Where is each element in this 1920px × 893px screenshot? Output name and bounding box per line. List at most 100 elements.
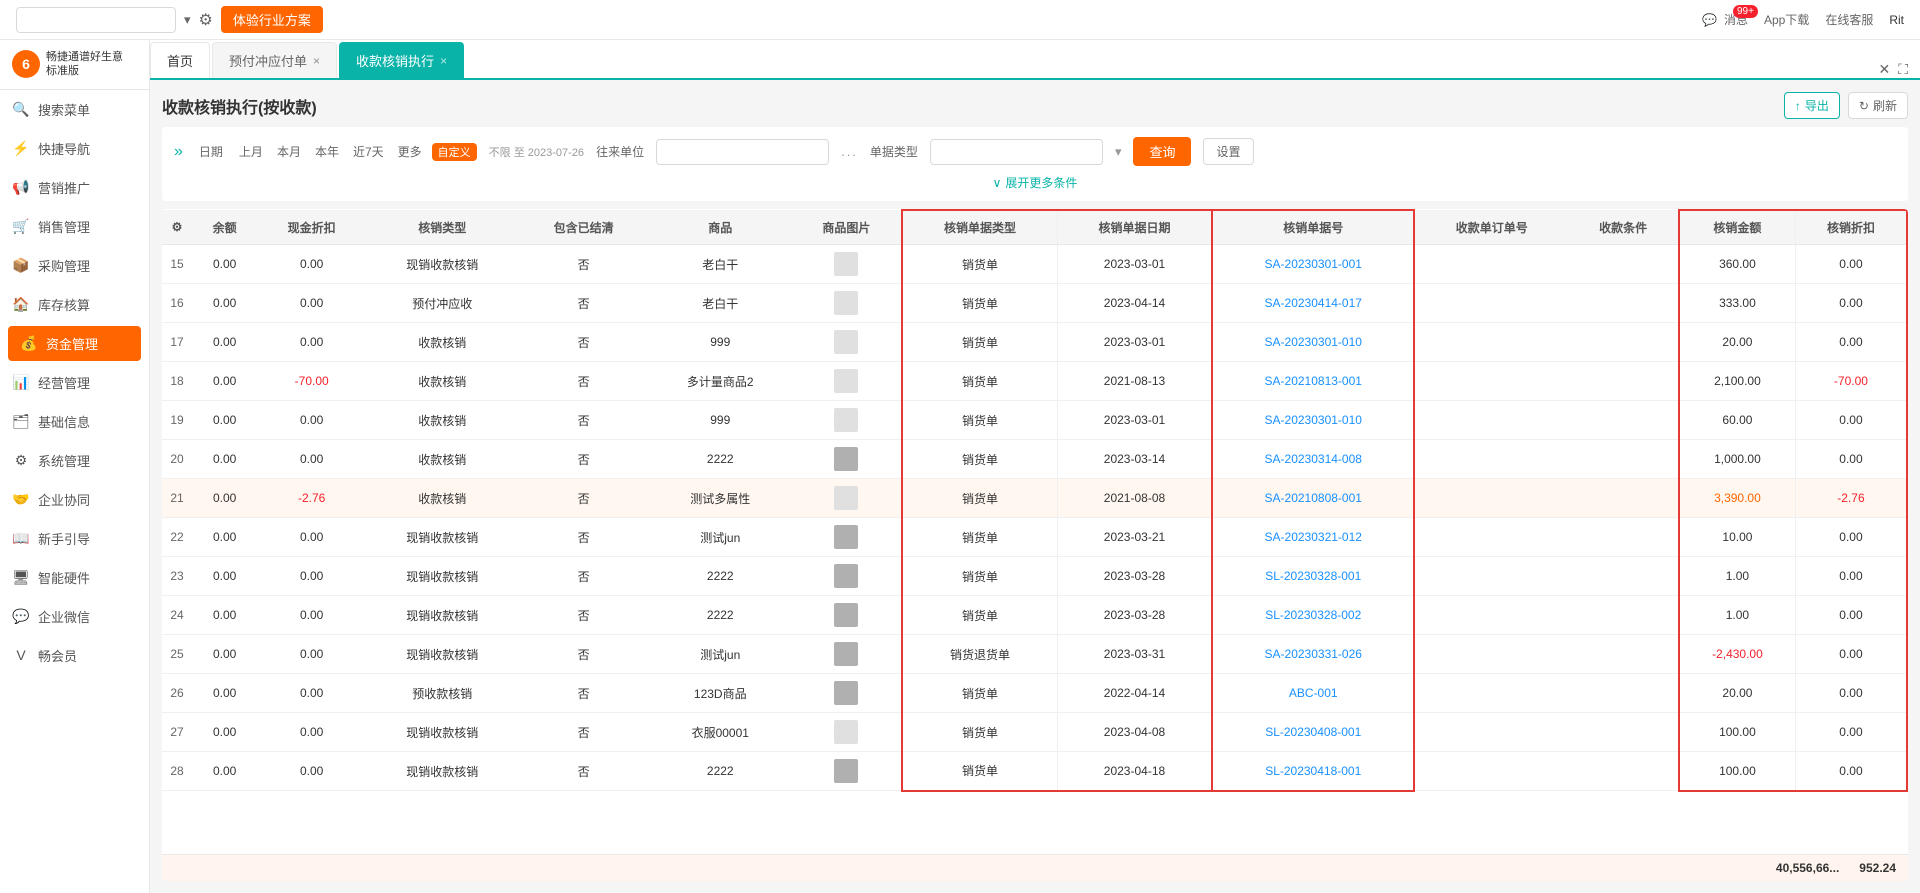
td-cash-discount: 0.00 bbox=[257, 752, 366, 791]
bill-no-link[interactable]: SA-20230301-010 bbox=[1265, 335, 1362, 349]
sidebar-item-collab[interactable]: 🤝 企业协同 bbox=[0, 480, 149, 519]
th-verify-bill-date: 核销单据日期 bbox=[1057, 210, 1212, 245]
bill-type-label: 单据类型 bbox=[870, 143, 918, 160]
settings-icon[interactable]: ⚙ bbox=[199, 10, 213, 30]
refresh-button[interactable]: ↻ 刷新 bbox=[1848, 92, 1908, 119]
date-this-month[interactable]: 本月 bbox=[273, 141, 305, 162]
app-download-link[interactable]: App下载 bbox=[1764, 11, 1809, 28]
bill-no-link[interactable]: SA-20210813-001 bbox=[1265, 374, 1362, 388]
tab-prepay-close-icon[interactable]: × bbox=[313, 54, 320, 68]
bill-no-link[interactable]: SA-20230301-010 bbox=[1265, 413, 1362, 427]
bill-no-link[interactable]: SA-20210808-001 bbox=[1265, 491, 1362, 505]
th-goods-img: 商品图片 bbox=[792, 210, 903, 245]
setting-button[interactable]: 设置 bbox=[1203, 138, 1253, 165]
sidebar-item-hardware[interactable]: 🖥 智能硬件 bbox=[0, 558, 149, 597]
sidebar-item-purchase[interactable]: 📦 采购管理 bbox=[0, 246, 149, 285]
td-verify-bill-type: 销货单 bbox=[902, 596, 1057, 635]
tab-collection[interactable]: 收款核销执行 × bbox=[339, 42, 464, 78]
export-label: 导出 bbox=[1805, 97, 1829, 114]
date-custom-btn[interactable]: 自定义 bbox=[432, 143, 477, 161]
td-goods: 多计量商品2 bbox=[649, 362, 792, 401]
sidebar-item-inventory[interactable]: 🏠 库存核算 bbox=[0, 285, 149, 324]
td-cash-discount: 0.00 bbox=[257, 518, 366, 557]
marketing-icon: 📢 bbox=[12, 179, 30, 196]
industry-solution-button[interactable]: 体验行业方案 bbox=[221, 6, 323, 33]
sidebar-item-label: 智能硬件 bbox=[38, 568, 90, 587]
table-row: 23 0.00 0.00 现销收款核销 否 2222 销货单 2023-03-2… bbox=[162, 557, 1907, 596]
td-collection-order bbox=[1414, 362, 1568, 401]
close-tab-icon[interactable]: ✕ bbox=[1878, 61, 1890, 78]
sidebar-item-member[interactable]: V 畅会员 bbox=[0, 636, 149, 675]
td-collection-order bbox=[1414, 284, 1568, 323]
online-service-link[interactable]: 在线客服 bbox=[1825, 11, 1873, 28]
bill-no-link[interactable]: SL-20230328-001 bbox=[1265, 569, 1361, 583]
sidebar-item-guide[interactable]: 📖 新手引导 bbox=[0, 519, 149, 558]
tab-prepay[interactable]: 预付冲应付单 × bbox=[212, 42, 337, 78]
td-goods-img bbox=[792, 479, 903, 518]
th-payment-cond: 收款条件 bbox=[1568, 210, 1679, 245]
filter-row-1: » 日期 上月 本月 本年 近7天 更多 自定义 不限 至 2023-07-26… bbox=[174, 137, 1896, 166]
td-verify-amount: 100.00 bbox=[1679, 713, 1795, 752]
user-name[interactable]: Rit bbox=[1889, 13, 1904, 27]
dropdown-icon[interactable]: ▾ bbox=[184, 12, 191, 28]
sidebar-item-system[interactable]: ⚙ 系统管理 bbox=[0, 441, 149, 480]
sidebar-item-sales[interactable]: 🛒 销售管理 bbox=[0, 207, 149, 246]
bill-no-link[interactable]: SA-20230301-001 bbox=[1265, 257, 1362, 271]
query-button[interactable]: 查询 bbox=[1133, 137, 1191, 166]
maximize-icon[interactable]: ⛶ bbox=[1898, 61, 1908, 78]
td-payment-cond bbox=[1568, 557, 1679, 596]
export-button[interactable]: ↑ 导出 bbox=[1784, 92, 1840, 119]
sidebar-item-label: 库存核算 bbox=[38, 295, 90, 314]
td-verify-bill-type: 销货单 bbox=[902, 557, 1057, 596]
table-row: 21 0.00 -2.76 收款核销 否 测试多属性 销货单 2021-08-0… bbox=[162, 479, 1907, 518]
th-gear[interactable]: ⚙ bbox=[162, 210, 192, 245]
th-verify-amount: 核销金额 bbox=[1679, 210, 1795, 245]
table-header-row: ⚙ 余额 现金折扣 核销类型 包含已结清 商品 商品图片 核销单据类型 核销单据… bbox=[162, 210, 1907, 245]
table-wrap[interactable]: ⚙ 余额 现金折扣 核销类型 包含已结清 商品 商品图片 核销单据类型 核销单据… bbox=[162, 209, 1908, 854]
td-balance: 0.00 bbox=[192, 752, 257, 791]
td-goods-img bbox=[792, 557, 903, 596]
bill-type-select[interactable] bbox=[930, 139, 1103, 165]
bill-no-link[interactable]: SA-20230321-012 bbox=[1265, 530, 1362, 544]
expand-arrow-icon[interactable]: » bbox=[174, 143, 183, 161]
date-this-year[interactable]: 本年 bbox=[311, 141, 343, 162]
td-include-cleared: 否 bbox=[518, 284, 649, 323]
tab-collection-close-icon[interactable]: × bbox=[440, 54, 447, 68]
sidebar-item-wechat[interactable]: 💬 企业微信 bbox=[0, 597, 149, 636]
td-verify-type: 收款核销 bbox=[366, 440, 518, 479]
bill-no-link[interactable]: SA-20230414-017 bbox=[1265, 296, 1362, 310]
td-cash-discount: 0.00 bbox=[257, 284, 366, 323]
bill-no-link[interactable]: SL-20230408-001 bbox=[1265, 725, 1361, 739]
sidebar-item-search[interactable]: 🔍 搜索菜单 bbox=[0, 90, 149, 129]
date-more[interactable]: 更多 bbox=[394, 141, 426, 162]
date-last-month[interactable]: 上月 bbox=[235, 141, 267, 162]
tab-home[interactable]: 首页 bbox=[150, 42, 210, 78]
sidebar-item-shortcut[interactable]: ⚡ 快捷导航 bbox=[0, 129, 149, 168]
td-verify-discount: 0.00 bbox=[1795, 752, 1907, 791]
bill-no-link[interactable]: ABC-001 bbox=[1289, 686, 1338, 700]
top-search-input[interactable] bbox=[16, 7, 176, 33]
sidebar-item-marketing[interactable]: 📢 营销推广 bbox=[0, 168, 149, 207]
td-verify-bill-date: 2023-04-14 bbox=[1057, 284, 1212, 323]
bill-type-dropdown-icon[interactable]: ▾ bbox=[1115, 144, 1122, 160]
date-7days[interactable]: 近7天 bbox=[349, 141, 388, 162]
bill-no-link[interactable]: SL-20230418-001 bbox=[1265, 764, 1361, 778]
th-verify-type: 核销类型 bbox=[366, 210, 518, 245]
search-icon: 🔍 bbox=[12, 101, 30, 118]
sidebar-item-operation[interactable]: 📊 经营管理 bbox=[0, 363, 149, 402]
td-goods: 999 bbox=[649, 401, 792, 440]
td-payment-cond bbox=[1568, 284, 1679, 323]
partner-input[interactable] bbox=[656, 139, 829, 165]
partner-dots[interactable]: ... bbox=[841, 144, 858, 159]
message-badge[interactable]: 💬 99+ 消息 bbox=[1702, 11, 1748, 28]
tab-bar: 首页 预付冲应付单 × 收款核销执行 × ✕ ⛶ bbox=[150, 40, 1920, 80]
sidebar-item-finance[interactable]: 💰 资金管理 bbox=[8, 326, 141, 361]
bill-no-link[interactable]: SA-20230331-026 bbox=[1265, 647, 1362, 661]
sidebar: 6 畅捷通谱好生意 标准版 🔍 搜索菜单 ⚡ 快捷导航 📢 营销推广 🛒 销售管… bbox=[0, 40, 150, 893]
bill-no-link[interactable]: SL-20230328-002 bbox=[1265, 608, 1361, 622]
th-verify-bill-no: 核销单据号 bbox=[1212, 210, 1414, 245]
bill-no-link[interactable]: SA-20230314-008 bbox=[1265, 452, 1362, 466]
expand-more-conditions[interactable]: ∨ 展开更多条件 bbox=[174, 174, 1896, 191]
td-verify-bill-type: 销货单 bbox=[902, 284, 1057, 323]
sidebar-item-basic[interactable]: 🗂 基础信息 bbox=[0, 402, 149, 441]
